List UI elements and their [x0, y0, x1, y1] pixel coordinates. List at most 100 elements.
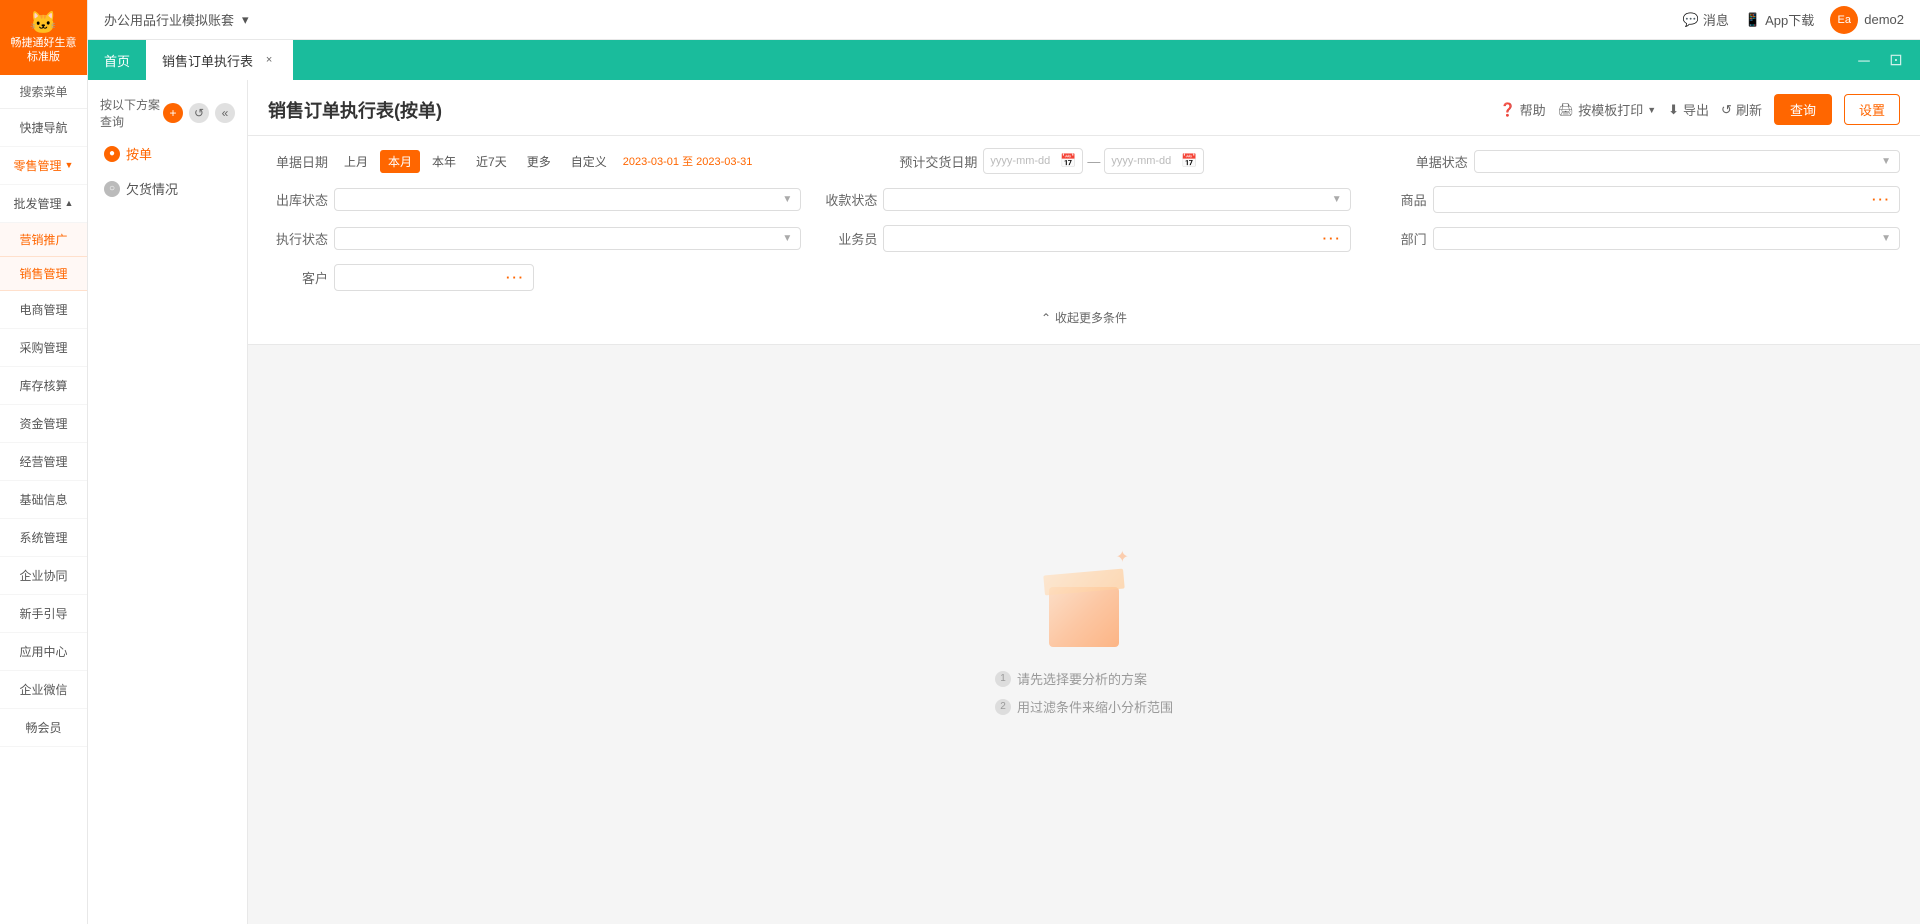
- salesperson-select[interactable]: ···: [883, 225, 1350, 252]
- salesperson-label: 业务员: [817, 229, 877, 248]
- scheme-dot-icon: ●: [109, 148, 115, 159]
- calendar-start-icon[interactable]: 📅: [1060, 153, 1076, 169]
- exec-status-select[interactable]: ▼: [334, 227, 801, 250]
- customer-label: 客户: [268, 268, 328, 287]
- expected-date-end-placeholder: yyyy-mm-dd: [1111, 155, 1171, 167]
- filter-exec-status: 执行状态 ▼: [268, 227, 801, 250]
- collapse-panel-btn[interactable]: «: [215, 103, 235, 123]
- expected-date-end[interactable]: yyyy-mm-dd 📅: [1104, 148, 1204, 174]
- sidebar-item-inventory[interactable]: 库存核算: [0, 367, 87, 405]
- refresh-icon: ↺: [1721, 102, 1732, 118]
- expected-date-start-placeholder: yyyy-mm-dd: [990, 155, 1050, 167]
- filter-row-2: 出库状态 ▼ 收款状态 ▼ 商品: [268, 186, 1900, 213]
- dept-arrow-icon: ▼: [1881, 233, 1891, 244]
- user-info[interactable]: Ea demo2: [1830, 6, 1904, 34]
- collapse-label: 收起更多条件: [1055, 309, 1127, 326]
- sidebar-item-wechat[interactable]: 企业微信: [0, 671, 87, 709]
- filter-customer: 客户 ···: [268, 264, 548, 291]
- refresh-scheme-btn[interactable]: ↺: [189, 103, 209, 123]
- tab-close-icon[interactable]: ×: [261, 52, 277, 68]
- salesperson-more-icon: ···: [1323, 231, 1342, 246]
- tab-bar-actions: － ⊡: [1852, 48, 1920, 72]
- breadcrumb-text: 办公用品行业模拟账套: [104, 10, 234, 29]
- help-btn[interactable]: ❓ 帮助: [1499, 100, 1545, 119]
- sidebar-item-appcenter[interactable]: 应用中心: [0, 633, 87, 671]
- sidebar-item-operations[interactable]: 经营管理: [0, 443, 87, 481]
- left-panel: 按以下方案查询 + ↺ « ● 按单 ○ 欠货情况: [88, 80, 248, 924]
- order-status-select[interactable]: ▼: [1474, 150, 1900, 173]
- app-download-label: App下载: [1765, 10, 1814, 29]
- goods-select[interactable]: ···: [1433, 186, 1900, 213]
- sidebar-item-purchase[interactable]: 采购管理: [0, 329, 87, 367]
- delivery-status-select[interactable]: ▼: [334, 188, 801, 211]
- print-btn[interactable]: 🖨 按模板打印 ▼: [1558, 100, 1656, 119]
- print-icon: 🖨: [1558, 102, 1575, 118]
- left-panel-header-actions: + ↺ «: [163, 103, 235, 123]
- refresh-label: 刷新: [1736, 100, 1762, 119]
- scheme-dot-gray: ○: [104, 181, 120, 197]
- payment-status-label: 收款状态: [817, 190, 877, 209]
- expected-date-label: 预计交货日期: [899, 152, 977, 171]
- more-date-btn[interactable]: 更多: [519, 150, 559, 173]
- top-header: 办公用品行业模拟账套 ▾ 💬 消息 📱 App下载 Ea demo2: [88, 0, 1920, 40]
- sidebar-item-newguide[interactable]: 新手引导: [0, 595, 87, 633]
- scheme-dot-icon-gray: ○: [109, 183, 115, 194]
- scheme-item-shortage[interactable]: ○ 欠货情况: [88, 171, 247, 206]
- sidebar-item-retail[interactable]: 零售管理 ▼: [0, 147, 87, 185]
- tab-home-label: 首页: [104, 51, 130, 70]
- sidebar-item-enterprise[interactable]: 企业协同: [0, 557, 87, 595]
- message-btn[interactable]: 💬 消息: [1683, 10, 1729, 29]
- sidebar-item-member[interactable]: 畅会员: [0, 709, 87, 747]
- expected-date-start[interactable]: yyyy-mm-dd 📅: [983, 148, 1083, 174]
- sidebar-item-finance[interactable]: 资金管理: [0, 405, 87, 443]
- chevron-down-icon: ▼: [65, 160, 74, 170]
- add-scheme-btn[interactable]: +: [163, 103, 183, 123]
- date-label: 单据日期: [268, 152, 328, 171]
- app-download-btn[interactable]: 📱 App下载: [1745, 10, 1814, 29]
- collapse-filters-btn[interactable]: ⌃ 收起更多条件: [268, 303, 1900, 332]
- page-title-bar: 销售订单执行表(按单) ❓ 帮助 🖨 按模板打印 ▼ ⬇ 导出: [248, 80, 1920, 136]
- tab-minimize-btn[interactable]: －: [1852, 48, 1876, 72]
- custom-date-btn[interactable]: 自定义: [563, 150, 615, 173]
- tab-sales-order[interactable]: 销售订单执行表 ×: [146, 40, 293, 80]
- sidebar-search[interactable]: 搜索菜单: [0, 75, 87, 109]
- sidebar-item-basic-info[interactable]: 基础信息: [0, 481, 87, 519]
- order-status-arrow-icon: ▼: [1881, 156, 1891, 167]
- tab-home[interactable]: 首页: [88, 40, 146, 80]
- sidebar-item-system[interactable]: 系统管理: [0, 519, 87, 557]
- last7-btn[interactable]: 近7天: [468, 150, 515, 173]
- current-month-btn[interactable]: 本月: [380, 150, 420, 173]
- customer-select[interactable]: ···: [334, 264, 534, 291]
- payment-status-select[interactable]: ▼: [883, 188, 1350, 211]
- delivery-arrow-icon: ▼: [782, 194, 792, 205]
- tab-sales-order-label: 销售订单执行表: [162, 51, 253, 70]
- empty-step1-text: 请先选择要分析的方案: [1017, 669, 1147, 688]
- filter-delivery-status: 出库状态 ▼: [268, 188, 801, 211]
- calendar-end-icon[interactable]: 📅: [1181, 153, 1197, 169]
- dept-select[interactable]: ▼: [1433, 227, 1900, 250]
- header-actions: 💬 消息 📱 App下载 Ea demo2: [1683, 6, 1904, 34]
- export-btn[interactable]: ⬇ 导出: [1668, 100, 1709, 119]
- filter-row-4: 客户 ···: [268, 264, 1900, 291]
- goods-more-icon: ···: [1872, 192, 1891, 207]
- sidebar-item-marketing[interactable]: 营销推广: [0, 223, 87, 257]
- empty-state: ✦ 1 请先选择要分析的方案 2 用过滤条件来缩小分析范围: [995, 547, 1173, 723]
- empty-step2-text: 用过滤条件来缩小分析范围: [1017, 697, 1173, 716]
- sidebar-item-wholesale[interactable]: 批发管理 ▲: [0, 185, 87, 223]
- query-btn[interactable]: 查询: [1774, 94, 1832, 125]
- current-year-btn[interactable]: 本年: [424, 150, 464, 173]
- step1-num: 1: [995, 671, 1011, 687]
- help-icon: ❓: [1499, 102, 1515, 118]
- empty-stars-icon: ✦: [1116, 547, 1129, 567]
- sidebar-item-quick-nav[interactable]: 快捷导航: [0, 109, 87, 147]
- settings-btn[interactable]: 设置: [1844, 94, 1900, 125]
- breadcrumb-arrow-icon[interactable]: ▾: [242, 12, 249, 28]
- sidebar-item-sales[interactable]: 销售管理: [0, 257, 87, 291]
- scheme-item-order[interactable]: ● 按单: [88, 136, 247, 171]
- sidebar-item-ecommerce[interactable]: 电商管理: [0, 291, 87, 329]
- tab-maximize-btn[interactable]: ⊡: [1884, 48, 1908, 72]
- refresh-btn[interactable]: ↺ 刷新: [1721, 100, 1762, 119]
- print-arrow-icon: ▼: [1647, 105, 1656, 115]
- prev-month-btn[interactable]: 上月: [336, 150, 376, 173]
- step2-num: 2: [995, 699, 1011, 715]
